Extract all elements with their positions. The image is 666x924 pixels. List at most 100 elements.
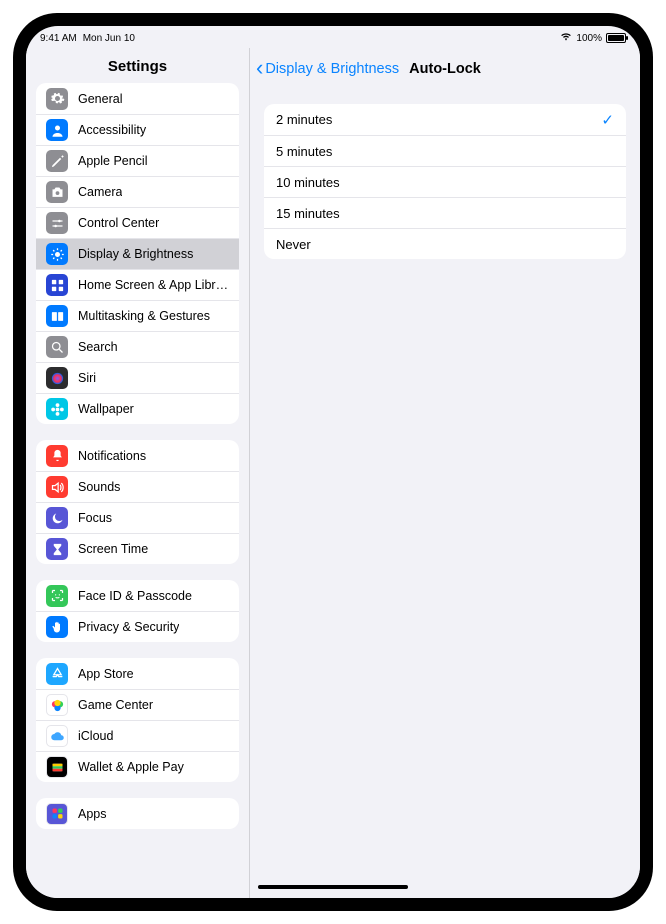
home-screen-icon xyxy=(46,274,68,296)
gamecenter-icon xyxy=(46,694,68,716)
display-brightness-icon xyxy=(46,243,68,265)
sidebar-item-label: Face ID & Passcode xyxy=(78,589,192,603)
sidebar-title: Settings xyxy=(26,48,249,83)
sidebar-group: General Accessibility Apple Pencil Camera Co… xyxy=(36,83,239,424)
option-label: 2 minutes xyxy=(276,112,332,127)
apps-icon xyxy=(46,803,68,825)
status-bar: 9:41 AM Mon Jun 10 100% xyxy=(26,26,640,48)
general-icon xyxy=(46,88,68,110)
screen: 9:41 AM Mon Jun 10 100% Settings General… xyxy=(26,26,640,898)
wallpaper-icon xyxy=(46,398,68,420)
sidebar-item-accessibility[interactable]: Accessibility xyxy=(36,114,239,145)
wallet-icon xyxy=(46,756,68,778)
split-view: Settings General Accessibility Apple Penci… xyxy=(26,48,640,898)
sidebar-item-label: Focus xyxy=(78,511,112,525)
sidebar-item-faceid[interactable]: Face ID & Passcode xyxy=(36,580,239,611)
wifi-icon xyxy=(560,32,572,45)
sidebar-group: App Store Game Center iCloud Wallet & Apple… xyxy=(36,658,239,782)
sidebar-item-label: Screen Time xyxy=(78,542,148,556)
sidebar-item-appstore[interactable]: App Store xyxy=(36,658,239,689)
sidebar-item-wallpaper[interactable]: Wallpaper xyxy=(36,393,239,424)
back-button[interactable]: ‹ Display & Brightness xyxy=(256,58,399,80)
sidebar-item-gamecenter[interactable]: Game Center xyxy=(36,689,239,720)
sidebar-item-label: Wallet & Apple Pay xyxy=(78,760,184,774)
sidebar-item-display-brightness[interactable]: Display & Brightness xyxy=(36,238,239,269)
sidebar-item-label: Search xyxy=(78,340,118,354)
focus-icon xyxy=(46,507,68,529)
sidebar-item-label: Game Center xyxy=(78,698,153,712)
sidebar-group: Face ID & Passcode Privacy & Security xyxy=(36,580,239,642)
detail-navbar: ‹ Display & Brightness Auto-Lock xyxy=(250,48,640,90)
sidebar-item-label: iCloud xyxy=(78,729,113,743)
sidebar-item-general[interactable]: General xyxy=(36,83,239,114)
battery-icon xyxy=(606,33,626,43)
sidebar-item-label: Siri xyxy=(78,371,96,385)
battery-pct: 100% xyxy=(576,33,602,44)
sidebar-item-apps[interactable]: Apps xyxy=(36,798,239,829)
autolock-options: 2 minutes ✓ 5 minutes 10 minutes 15 minutes N… xyxy=(264,104,626,259)
option-label: Never xyxy=(276,237,311,252)
sidebar-item-apple-pencil[interactable]: Apple Pencil xyxy=(36,145,239,176)
sidebar-item-label: App Store xyxy=(78,667,134,681)
option-label: 5 minutes xyxy=(276,144,332,159)
sidebar-item-screen-time[interactable]: Screen Time xyxy=(36,533,239,564)
autolock-option[interactable]: 2 minutes ✓ xyxy=(264,104,626,135)
siri-icon xyxy=(46,367,68,389)
ipad-device-frame: 9:41 AM Mon Jun 10 100% Settings General… xyxy=(13,13,653,911)
multitasking-icon xyxy=(46,305,68,327)
sidebar-item-label: Wallpaper xyxy=(78,402,134,416)
screen-time-icon xyxy=(46,538,68,560)
sidebar-item-label: Home Screen & App Library xyxy=(78,278,229,292)
autolock-option[interactable]: 5 minutes xyxy=(264,135,626,166)
sidebar-item-search[interactable]: Search xyxy=(36,331,239,362)
sidebar-item-label: Display & Brightness xyxy=(78,247,193,261)
sidebar-item-icloud[interactable]: iCloud xyxy=(36,720,239,751)
camera-icon xyxy=(46,181,68,203)
sidebar-item-control-center[interactable]: Control Center xyxy=(36,207,239,238)
apple-pencil-icon xyxy=(46,150,68,172)
sidebar-group: Notifications Sounds Focus Screen Time xyxy=(36,440,239,564)
option-label: 10 minutes xyxy=(276,175,340,190)
autolock-option[interactable]: Never xyxy=(264,228,626,259)
option-label: 15 minutes xyxy=(276,206,340,221)
autolock-option[interactable]: 10 minutes xyxy=(264,166,626,197)
detail-title: Auto-Lock xyxy=(409,61,481,77)
sidebar-item-label: Sounds xyxy=(78,480,120,494)
icloud-icon xyxy=(46,725,68,747)
sidebar-item-label: Apple Pencil xyxy=(78,154,148,168)
appstore-icon xyxy=(46,663,68,685)
sidebar-item-siri[interactable]: Siri xyxy=(36,362,239,393)
sidebar-item-home-screen[interactable]: Home Screen & App Library xyxy=(36,269,239,300)
search-icon xyxy=(46,336,68,358)
sidebar-item-camera[interactable]: Camera xyxy=(36,176,239,207)
sidebar-item-wallet[interactable]: Wallet & Apple Pay xyxy=(36,751,239,782)
sidebar: Settings General Accessibility Apple Penci… xyxy=(26,48,250,898)
sidebar-item-label: Apps xyxy=(78,807,107,821)
sidebar-item-label: Control Center xyxy=(78,216,159,230)
back-label: Display & Brightness xyxy=(265,61,399,77)
faceid-icon xyxy=(46,585,68,607)
sidebar-item-label: Notifications xyxy=(78,449,146,463)
sidebar-item-label: Privacy & Security xyxy=(78,620,179,634)
sidebar-item-sounds[interactable]: Sounds xyxy=(36,471,239,502)
sidebar-group: Apps xyxy=(36,798,239,829)
sounds-icon xyxy=(46,476,68,498)
chevron-left-icon: ‹ xyxy=(256,57,263,79)
privacy-icon xyxy=(46,616,68,638)
sidebar-item-label: Accessibility xyxy=(78,123,146,137)
sidebar-item-multitasking[interactable]: Multitasking & Gestures xyxy=(36,300,239,331)
status-time: 9:41 AM xyxy=(40,33,77,44)
sidebar-scroll[interactable]: General Accessibility Apple Pencil Camera Co… xyxy=(26,83,249,898)
control-center-icon xyxy=(46,212,68,234)
sidebar-item-label: Camera xyxy=(78,185,122,199)
checkmark-icon: ✓ xyxy=(601,111,614,129)
sidebar-item-notifications[interactable]: Notifications xyxy=(36,440,239,471)
autolock-option[interactable]: 15 minutes xyxy=(264,197,626,228)
sidebar-item-label: General xyxy=(78,92,122,106)
status-date: Mon Jun 10 xyxy=(83,33,135,44)
accessibility-icon xyxy=(46,119,68,141)
detail-pane: ‹ Display & Brightness Auto-Lock 2 minut… xyxy=(250,48,640,898)
sidebar-item-focus[interactable]: Focus xyxy=(36,502,239,533)
notifications-icon xyxy=(46,445,68,467)
sidebar-item-privacy[interactable]: Privacy & Security xyxy=(36,611,239,642)
